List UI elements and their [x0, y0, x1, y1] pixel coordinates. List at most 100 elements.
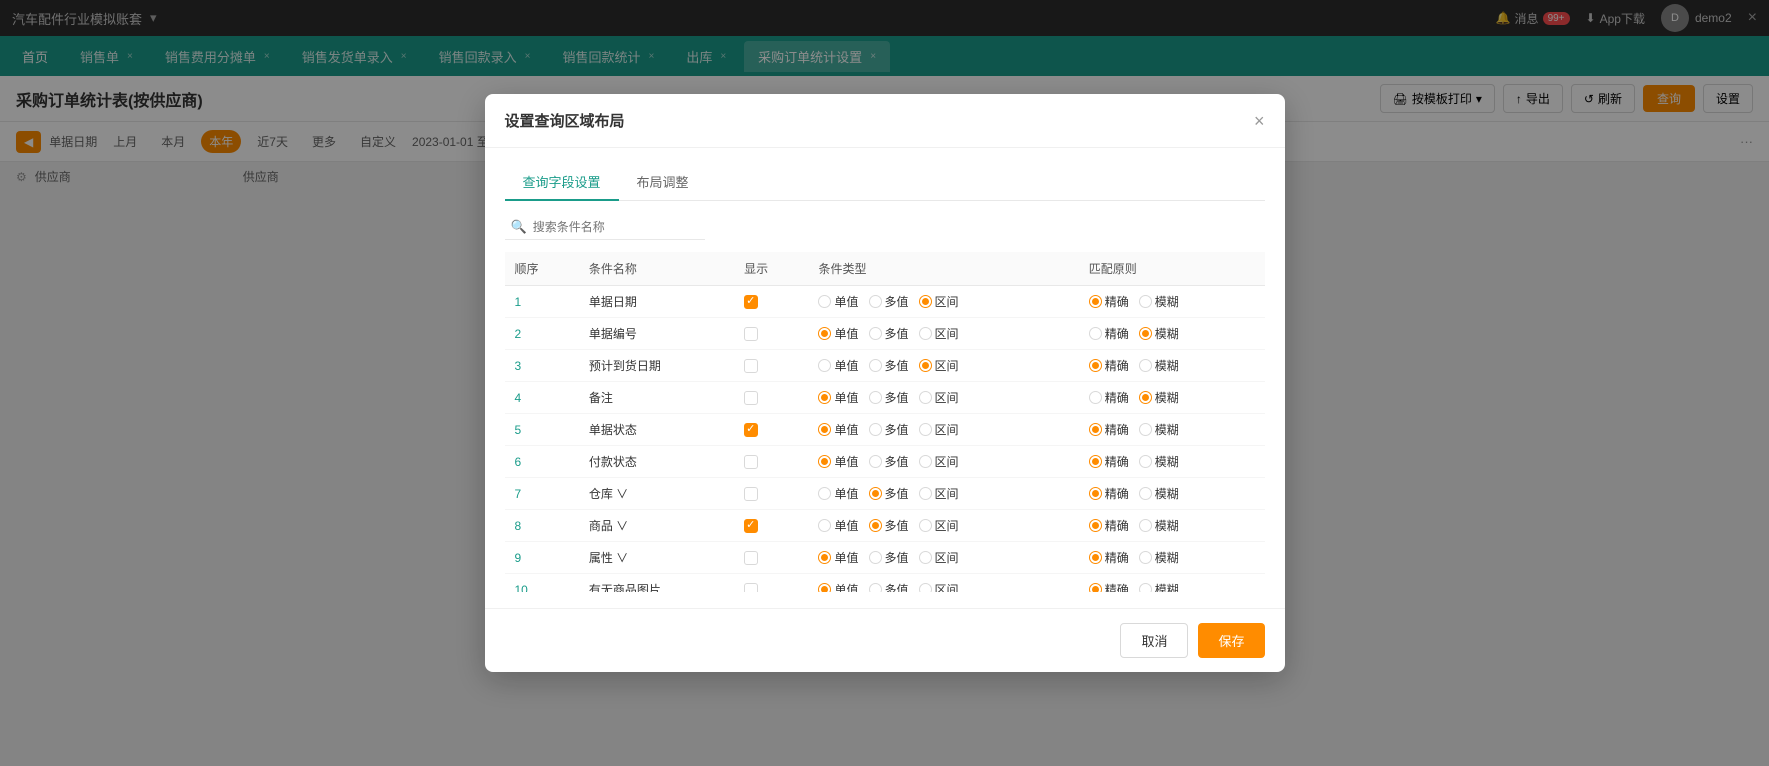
- type-option-单值[interactable]: 单值: [818, 421, 858, 438]
- modal-header: 设置查询区域布局 ×: [485, 94, 1285, 148]
- match-option-模糊[interactable]: 模糊: [1139, 453, 1179, 470]
- row-display-cell: [734, 542, 808, 574]
- match-option-模糊[interactable]: 模糊: [1139, 581, 1179, 592]
- row-seq: 6: [505, 446, 579, 478]
- row-seq: 2: [505, 318, 579, 350]
- row-display-cell: [734, 478, 808, 510]
- type-option-单值[interactable]: 单值: [818, 581, 858, 592]
- table-row: 3预计到货日期 单值多值区间 精确模糊: [505, 350, 1265, 382]
- type-option-区间[interactable]: 区间: [919, 293, 959, 310]
- conditions-table-scroll[interactable]: 顺序 条件名称 显示 条件类型 匹配原则 1单据日期单值多值区间精确模糊2单据编…: [505, 252, 1265, 592]
- match-option-精确[interactable]: 精确: [1089, 293, 1129, 310]
- row-seq: 4: [505, 382, 579, 414]
- match-option-模糊[interactable]: 模糊: [1139, 421, 1179, 438]
- type-option-单值[interactable]: 单值: [818, 517, 858, 534]
- display-checkbox[interactable]: [744, 519, 758, 533]
- match-option-模糊[interactable]: 模糊: [1139, 293, 1179, 310]
- col-type: 条件类型: [808, 252, 1078, 286]
- match-option-精确[interactable]: 精确: [1089, 389, 1129, 406]
- tab-layout[interactable]: 布局调整: [619, 164, 707, 201]
- match-option-精确[interactable]: 精确: [1089, 485, 1129, 502]
- row-type-cell: 单值多值区间: [808, 510, 1078, 542]
- row-type-cell: 单值多值区间: [808, 382, 1078, 414]
- search-input[interactable]: [533, 220, 693, 234]
- match-option-模糊[interactable]: 模糊: [1139, 485, 1179, 502]
- display-checkbox[interactable]: [744, 423, 758, 437]
- type-option-多值[interactable]: 多值: [869, 421, 909, 438]
- table-row: 5单据状态单值多值区间精确模糊: [505, 414, 1265, 446]
- type-option-多值[interactable]: 多值: [869, 549, 909, 566]
- match-option-精确[interactable]: 精确: [1089, 453, 1129, 470]
- type-option-单值[interactable]: 单值: [818, 453, 858, 470]
- type-option-区间[interactable]: 区间: [919, 549, 959, 566]
- modal-overlay: 设置查询区域布局 × 查询字段设置 布局调整 🔍 顺序: [0, 0, 1769, 766]
- row-condition-name: 单据日期: [579, 286, 734, 318]
- type-option-单值[interactable]: 单值: [818, 293, 858, 310]
- type-option-多值[interactable]: 多值: [869, 453, 909, 470]
- type-option-单值[interactable]: 单值: [818, 549, 858, 566]
- table-row: 8商品 ∨单值多值区间精确模糊: [505, 510, 1265, 542]
- row-match-cell: 精确模糊: [1079, 382, 1265, 414]
- type-option-多值[interactable]: 多值: [869, 293, 909, 310]
- type-option-单值[interactable]: 单值: [818, 485, 858, 502]
- row-type-cell: 单值多值区间: [808, 574, 1078, 593]
- type-option-单值[interactable]: 单值: [818, 325, 858, 342]
- search-icon: 🔍: [511, 219, 527, 235]
- type-option-多值[interactable]: 多值: [869, 581, 909, 592]
- display-checkbox[interactable]: [744, 327, 758, 341]
- row-display-cell: [734, 574, 808, 593]
- match-option-模糊[interactable]: 模糊: [1139, 549, 1179, 566]
- type-option-单值[interactable]: 单值: [818, 389, 858, 406]
- type-option-区间[interactable]: 区间: [919, 453, 959, 470]
- row-seq: 3: [505, 350, 579, 382]
- type-option-区间[interactable]: 区间: [919, 389, 959, 406]
- row-type-cell: 单值多值区间: [808, 318, 1078, 350]
- type-option-区间[interactable]: 区间: [919, 325, 959, 342]
- match-option-精确[interactable]: 精确: [1089, 581, 1129, 592]
- type-option-区间[interactable]: 区间: [919, 421, 959, 438]
- type-option-多值[interactable]: 多值: [869, 357, 909, 374]
- row-match-cell: 精确模糊: [1079, 542, 1265, 574]
- row-match-cell: 精确模糊: [1079, 478, 1265, 510]
- match-option-模糊[interactable]: 模糊: [1139, 517, 1179, 534]
- row-display-cell: [734, 350, 808, 382]
- display-checkbox[interactable]: [744, 455, 758, 469]
- type-option-区间[interactable]: 区间: [919, 581, 959, 592]
- type-option-多值[interactable]: 多值: [869, 325, 909, 342]
- display-checkbox[interactable]: [744, 487, 758, 501]
- match-option-精确[interactable]: 精确: [1089, 421, 1129, 438]
- display-checkbox[interactable]: [744, 391, 758, 405]
- row-condition-name: 商品 ∨: [579, 510, 734, 542]
- row-match-cell: 精确模糊: [1079, 446, 1265, 478]
- type-option-单值[interactable]: 单值: [818, 357, 858, 374]
- match-option-精确[interactable]: 精确: [1089, 549, 1129, 566]
- row-seq: 9: [505, 542, 579, 574]
- display-checkbox[interactable]: [744, 551, 758, 565]
- cancel-button[interactable]: 取消: [1120, 623, 1188, 658]
- match-option-精确[interactable]: 精确: [1089, 357, 1129, 374]
- type-option-区间[interactable]: 区间: [919, 357, 959, 374]
- type-option-区间[interactable]: 区间: [919, 517, 959, 534]
- type-option-区间[interactable]: 区间: [919, 485, 959, 502]
- row-display-cell: [734, 414, 808, 446]
- tab-query-fields[interactable]: 查询字段设置: [505, 164, 619, 201]
- row-match-cell: 精确模糊: [1079, 510, 1265, 542]
- match-option-模糊[interactable]: 模糊: [1139, 389, 1179, 406]
- modal-close-button[interactable]: ×: [1254, 112, 1265, 130]
- display-checkbox[interactable]: [744, 359, 758, 373]
- type-option-多值[interactable]: 多值: [869, 517, 909, 534]
- match-option-精确[interactable]: 精确: [1089, 325, 1129, 342]
- row-type-cell: 单值多值区间: [808, 446, 1078, 478]
- save-button[interactable]: 保存: [1198, 623, 1264, 658]
- display-checkbox[interactable]: [744, 583, 758, 592]
- match-option-模糊[interactable]: 模糊: [1139, 325, 1179, 342]
- match-option-模糊[interactable]: 模糊: [1139, 357, 1179, 374]
- match-option-精确[interactable]: 精确: [1089, 517, 1129, 534]
- type-option-多值[interactable]: 多值: [869, 485, 909, 502]
- row-display-cell: [734, 286, 808, 318]
- row-condition-name: 预计到货日期: [579, 350, 734, 382]
- type-option-多值[interactable]: 多值: [869, 389, 909, 406]
- table-row: 7仓库 ∨单值多值区间精确模糊: [505, 478, 1265, 510]
- row-condition-name: 属性 ∨: [579, 542, 734, 574]
- display-checkbox[interactable]: [744, 295, 758, 309]
